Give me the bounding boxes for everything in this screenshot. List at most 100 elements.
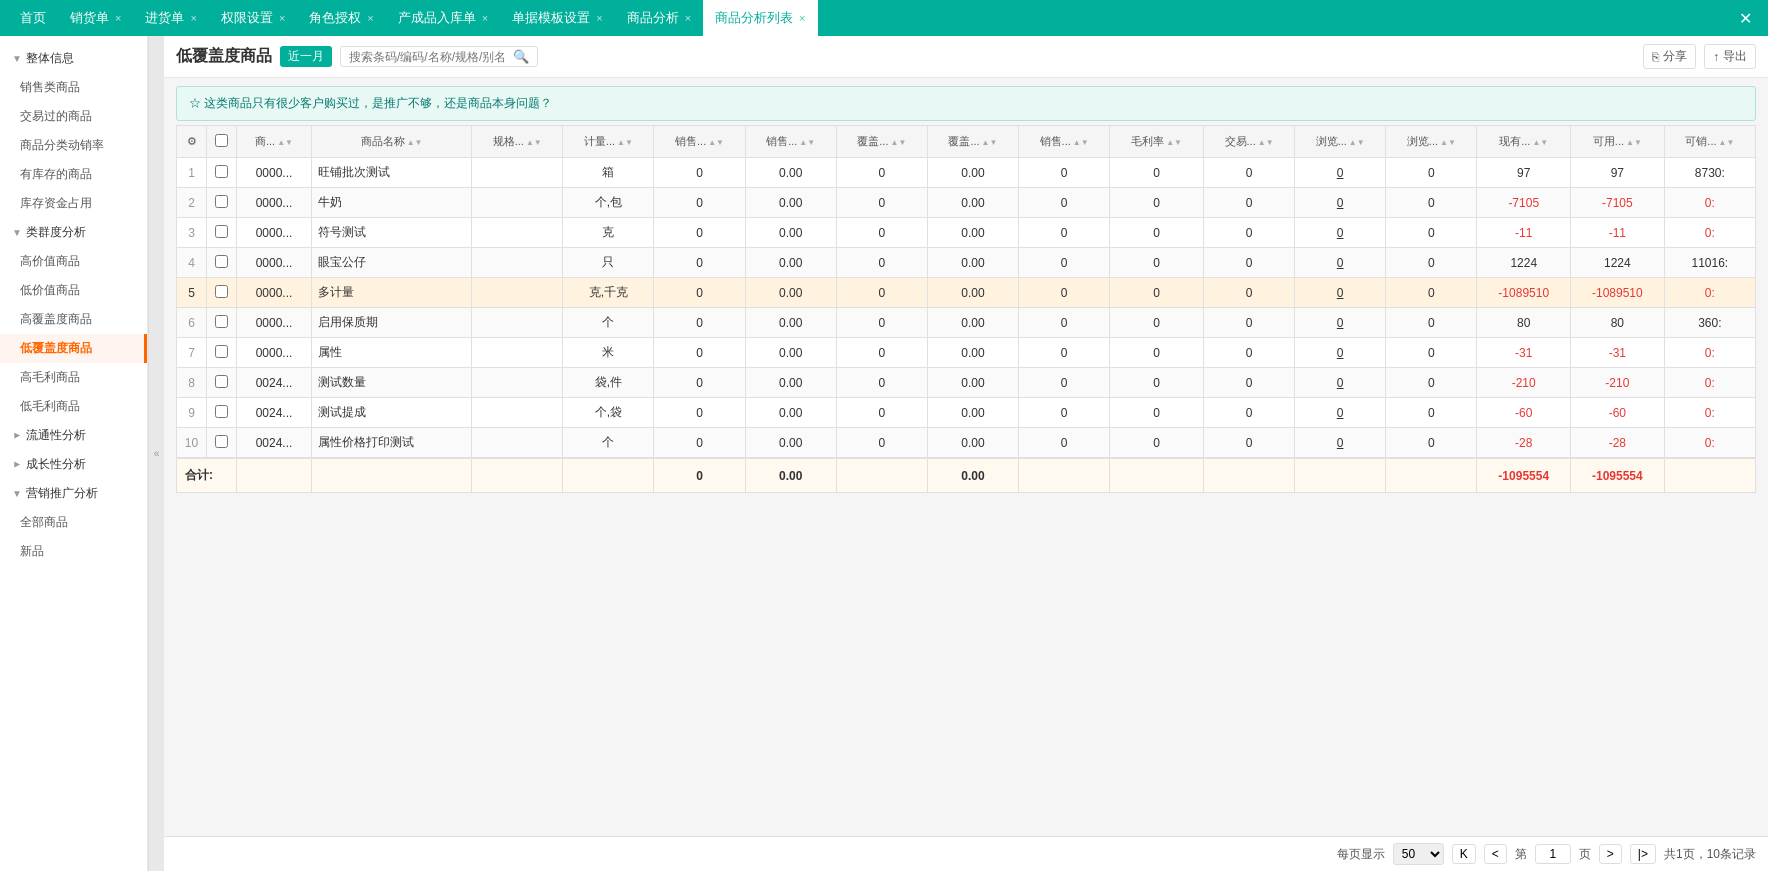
sidebar-item-low-coverage[interactable]: 低覆盖度商品 [0, 334, 147, 363]
row-checkbox[interactable] [207, 398, 237, 428]
table-row: 3 0000... 符号测试 克 0 0.00 0 0.00 0 0 0 0 0… [177, 218, 1756, 248]
nav-role[interactable]: 角色授权 × [297, 0, 385, 36]
row-checkbox[interactable] [207, 428, 237, 459]
row-checkbox[interactable] [207, 368, 237, 398]
nav-permission[interactable]: 权限设置 × [209, 0, 297, 36]
col-name[interactable]: 商品名称▲▼ [311, 126, 471, 158]
share-button[interactable]: ⎘ 分享 [1643, 44, 1696, 69]
nav-permission-close[interactable]: × [279, 12, 285, 24]
row-sale3: 0 [1019, 158, 1110, 188]
col-saleable[interactable]: 可销...▲▼ [1664, 126, 1755, 158]
time-filter-button[interactable]: 近一月 [280, 46, 332, 67]
row-checkbox[interactable] [207, 278, 237, 308]
sidebar-item-low-margin[interactable]: 低毛利商品 [0, 392, 147, 421]
sidebar-item-high-coverage[interactable]: 高覆盖度商品 [0, 305, 147, 334]
row-browse1[interactable]: 0 [1295, 398, 1386, 428]
nav-role-close[interactable]: × [367, 12, 373, 24]
col-sale3[interactable]: 销售...▲▼ [1019, 126, 1110, 158]
col-current[interactable]: 现有...▲▼ [1477, 126, 1571, 158]
sidebar-section-growth[interactable]: ▼ 成长性分析 [0, 450, 147, 479]
global-close-button[interactable]: ✕ [1731, 9, 1760, 28]
col-sale1[interactable]: 销售...▲▼ [654, 126, 745, 158]
export-button[interactable]: ↑ 导出 [1704, 44, 1756, 69]
row-cov1: 0 [836, 218, 927, 248]
col-checkbox[interactable] [207, 126, 237, 158]
next-page-button[interactable]: > [1599, 844, 1622, 864]
sidebar-section-cluster[interactable]: ▼ 类群度分析 [0, 218, 147, 247]
page-number-input[interactable] [1535, 844, 1571, 864]
col-browse2[interactable]: 浏览...▲▼ [1386, 126, 1477, 158]
sidebar-item-sales-goods[interactable]: 销售类商品 [0, 73, 147, 102]
col-unit[interactable]: 计量...▲▼ [563, 126, 654, 158]
sidebar-item-instock-goods[interactable]: 有库存的商品 [0, 160, 147, 189]
sidebar-item-stock-capital[interactable]: 库存资金占用 [0, 189, 147, 218]
row-cov1: 0 [836, 428, 927, 459]
prev-page-button[interactable]: < [1484, 844, 1507, 864]
row-cov2: 0.00 [927, 398, 1018, 428]
nav-purchase-close[interactable]: × [190, 12, 196, 24]
row-browse1[interactable]: 0 [1295, 428, 1386, 459]
row-browse1[interactable]: 0 [1295, 278, 1386, 308]
sidebar-item-low-value[interactable]: 低价值商品 [0, 276, 147, 305]
col-avail[interactable]: 可用...▲▼ [1571, 126, 1665, 158]
col-browse1[interactable]: 浏览...▲▼ [1295, 126, 1386, 158]
col-code[interactable]: 商...▲▼ [237, 126, 312, 158]
total-info: 共1页，10条记录 [1664, 846, 1756, 863]
row-browse1[interactable]: 0 [1295, 218, 1386, 248]
row-checkbox[interactable] [207, 248, 237, 278]
nav-finished-goods[interactable]: 产成品入库单 × [386, 0, 500, 36]
col-spec[interactable]: 规格...▲▼ [472, 126, 563, 158]
row-sale2: 0.00 [745, 218, 836, 248]
nav-sales[interactable]: 销货单 × [58, 0, 133, 36]
nav-goods-analysis-list[interactable]: 商品分析列表 × [703, 0, 817, 36]
select-all-checkbox[interactable] [215, 134, 228, 147]
row-browse1[interactable]: 0 [1295, 158, 1386, 188]
row-saleable: 0: [1664, 278, 1755, 308]
nav-goods-analysis-close[interactable]: × [685, 12, 691, 24]
nav-goods-list-close[interactable]: × [799, 12, 805, 24]
sidebar-item-all-goods[interactable]: 全部商品 [0, 508, 147, 537]
per-page-select[interactable]: 50 100 200 [1393, 843, 1444, 865]
col-cov2[interactable]: 覆盖...▲▼ [927, 126, 1018, 158]
sidebar-item-new-goods[interactable]: 新品 [0, 537, 147, 566]
col-trade[interactable]: 交易...▲▼ [1203, 126, 1294, 158]
row-sale1: 0 [654, 278, 745, 308]
row-browse1[interactable]: 0 [1295, 308, 1386, 338]
col-settings[interactable]: ⚙ [177, 126, 207, 158]
col-sale2[interactable]: 销售...▲▼ [745, 126, 836, 158]
sidebar-item-high-margin[interactable]: 高毛利商品 [0, 363, 147, 392]
sidebar-item-category-turnover[interactable]: 商品分类动销率 [0, 131, 147, 160]
nav-purchase[interactable]: 进货单 × [133, 0, 208, 36]
nav-goods-analysis[interactable]: 商品分析 × [615, 0, 703, 36]
row-browse1[interactable]: 0 [1295, 248, 1386, 278]
row-unit: 袋,件 [563, 368, 654, 398]
search-input[interactable] [349, 50, 509, 64]
row-browse1[interactable]: 0 [1295, 368, 1386, 398]
row-checkbox[interactable] [207, 308, 237, 338]
col-cov1[interactable]: 覆盖...▲▼ [836, 126, 927, 158]
row-browse1[interactable]: 0 [1295, 188, 1386, 218]
sidebar-collapse-button[interactable]: « [148, 36, 164, 871]
nav-sales-close[interactable]: × [115, 12, 121, 24]
last-page-button[interactable]: |> [1630, 844, 1656, 864]
sidebar-item-traded-goods[interactable]: 交易过的商品 [0, 102, 147, 131]
row-checkbox[interactable] [207, 338, 237, 368]
row-cov2: 0.00 [927, 248, 1018, 278]
row-checkbox[interactable] [207, 188, 237, 218]
table-container[interactable]: ⚙ 商...▲▼ 商品名称▲▼ 规格...▲▼ 计量...▲▼ 销售...▲▼ … [176, 125, 1756, 836]
search-icon[interactable]: 🔍 [513, 49, 529, 64]
nav-template[interactable]: 单据模板设置 × [500, 0, 614, 36]
row-checkbox[interactable] [207, 218, 237, 248]
row-cov2: 0.00 [927, 188, 1018, 218]
nav-finished-close[interactable]: × [482, 12, 488, 24]
sidebar-item-high-value[interactable]: 高价值商品 [0, 247, 147, 276]
nav-home[interactable]: 首页 [8, 0, 58, 36]
nav-template-close[interactable]: × [596, 12, 602, 24]
row-checkbox[interactable] [207, 158, 237, 188]
sidebar-section-overall[interactable]: ▼ 整体信息 [0, 44, 147, 73]
row-browse1[interactable]: 0 [1295, 338, 1386, 368]
first-page-button[interactable]: K [1452, 844, 1476, 864]
sidebar-section-circulation[interactable]: ▼ 流通性分析 [0, 421, 147, 450]
col-gross[interactable]: 毛利率▲▼ [1110, 126, 1204, 158]
sidebar-section-marketing[interactable]: ▼ 营销推广分析 [0, 479, 147, 508]
